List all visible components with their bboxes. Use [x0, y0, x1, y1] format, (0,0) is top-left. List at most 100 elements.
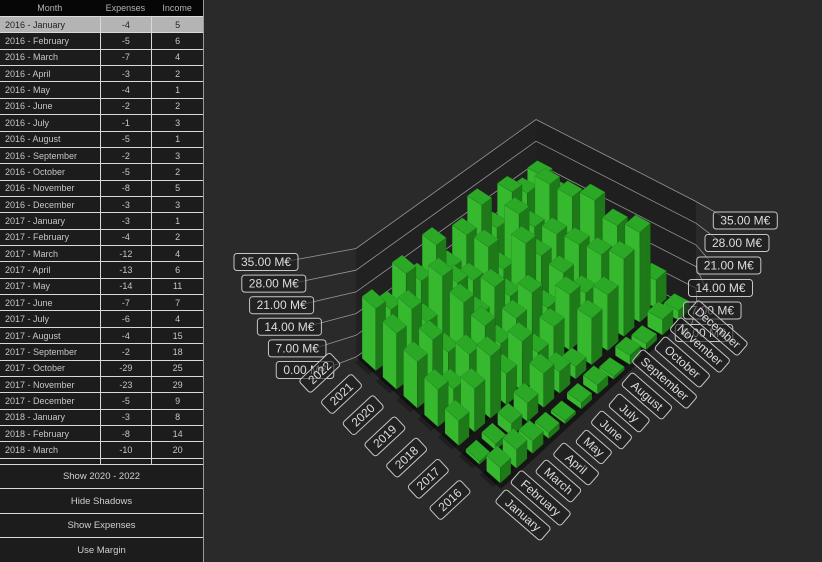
bar-2022-January[interactable]: [361, 288, 387, 372]
income-cell: 11: [151, 278, 203, 295]
expenses-cell: -3: [99, 66, 152, 82]
income-cell: 2: [151, 229, 203, 246]
expenses-cell: -23: [99, 376, 152, 393]
income-cell: 8: [151, 409, 203, 425]
income-cell: 4: [151, 311, 203, 327]
show-years-button[interactable]: Show 2020 - 2022: [0, 463, 203, 489]
table-row[interactable]: 2017 - January -3 1: [0, 212, 203, 229]
column-header-month: Month: [37, 3, 63, 13]
table-row[interactable]: 2017 - April -13 6: [0, 261, 203, 278]
income-cell: 4: [151, 49, 203, 66]
table-row[interactable]: 2016 - August -5 1: [0, 130, 203, 147]
hide-shadows-button[interactable]: Hide Shadows: [0, 488, 203, 513]
value-axis-label: 7.00 M€: [267, 339, 327, 358]
income-cell: 1: [151, 131, 203, 147]
table-row[interactable]: 2016 - June -2 2: [0, 97, 203, 115]
table-row[interactable]: 2016 - October -5 2: [0, 163, 203, 180]
data-table-panel: Month Expenses Income 2016 - January -4 5 2…: [0, 0, 204, 562]
table-row[interactable]: 2017 - May -14 11: [0, 277, 203, 295]
income-cell: 6: [151, 262, 203, 278]
bar-2020-January[interactable]: [403, 341, 428, 409]
expenses-cell: -4: [99, 327, 152, 344]
bar-2021-January[interactable]: [382, 313, 407, 390]
table-row[interactable]: 2016 - September -2 3: [0, 146, 203, 164]
month-cell: 2016 - April: [5, 68, 51, 79]
table-row[interactable]: 2018 - February -8 14: [0, 424, 203, 442]
expenses-cell: -4: [99, 229, 152, 246]
svg-text:21.00 M€: 21.00 M€: [257, 298, 307, 312]
month-cell: 2017 - April: [5, 265, 51, 276]
table-row[interactable]: 2016 - April -3 2: [0, 65, 203, 82]
expenses-cell: -10: [99, 442, 152, 458]
month-cell: 2016 - November: [5, 183, 75, 194]
month-cell: 2016 - February: [5, 36, 70, 47]
table-row[interactable]: 2017 - November -23 29: [0, 375, 203, 393]
table-row[interactable]: 2016 - March -7 4: [0, 48, 203, 66]
income-cell: 2: [151, 98, 203, 115]
table-row[interactable]: 2016 - December -3 3: [0, 195, 203, 213]
value-axis-label: 21.00 M€: [696, 256, 762, 275]
table-row[interactable]: 2018 - January -3 8: [0, 408, 203, 425]
table-row[interactable]: 2017 - July -6 4: [0, 310, 203, 327]
table-row[interactable]: 2017 - June -7 7: [0, 294, 203, 311]
month-cell: 2018 - March: [5, 445, 59, 456]
expenses-cell: -3: [99, 196, 152, 213]
expenses-cell: -7: [99, 295, 152, 311]
chart-3d: 0.00 M€7.00 M€14.00 M€21.00 M€28.00 M€35…: [204, 0, 822, 562]
table-row[interactable]: 2018 - March -10 20: [0, 441, 203, 458]
table-header: Month Expenses Income: [0, 0, 203, 16]
svg-text:14.00 M€: 14.00 M€: [264, 320, 314, 334]
expenses-cell: -3: [99, 409, 152, 425]
expenses-cell: -12: [99, 246, 152, 262]
table-row[interactable]: 2016 - February -5 6: [0, 32, 203, 49]
expenses-cell: -2: [99, 98, 152, 115]
svg-text:28.00 M€: 28.00 M€: [249, 277, 299, 291]
month-cell: 2017 - August: [5, 330, 61, 341]
income-cell: 20: [151, 442, 203, 458]
income-cell: 3: [151, 115, 203, 131]
table-row[interactable]: 2017 - March -12 4: [0, 245, 203, 262]
month-cell: 2016 - June: [5, 101, 53, 112]
income-cell: 7: [151, 295, 203, 311]
svg-text:35.00 M€: 35.00 M€: [241, 255, 291, 269]
table-row[interactable]: 2017 - September -2 18: [0, 343, 203, 360]
table-row[interactable]: 2017 - February -4 2: [0, 228, 203, 246]
svg-text:14.00 M€: 14.00 M€: [695, 281, 745, 295]
table-row[interactable]: 2016 - January -4 5: [0, 16, 203, 33]
table-row[interactable]: 2016 - July -1 3: [0, 114, 203, 131]
month-cell: 2017 - November: [5, 379, 75, 390]
expenses-cell: -5: [99, 131, 152, 147]
table-row[interactable]: 2017 - October -29 25: [0, 359, 203, 376]
month-cell: 2016 - September: [5, 150, 78, 161]
income-cell: 2: [151, 164, 203, 180]
expenses-cell: -3: [99, 213, 152, 229]
table-row[interactable]: 2016 - November -8 5: [0, 179, 203, 196]
expenses-cell: -8: [99, 180, 152, 196]
expenses-cell: -29: [99, 360, 152, 376]
income-cell: 1: [151, 82, 203, 98]
month-cell: 2016 - March: [5, 52, 59, 63]
table-row[interactable]: 2017 - August -4 15: [0, 326, 203, 344]
month-cell: 2016 - January: [5, 19, 66, 30]
expenses-cell: -2: [99, 147, 152, 164]
button-group: Show 2020 - 2022 Hide Shadows Show Expense…: [0, 463, 203, 562]
svg-text:35.00 M€: 35.00 M€: [720, 214, 770, 228]
expenses-cell: -4: [99, 17, 152, 33]
value-axis-label: 35.00 M€: [233, 253, 299, 271]
month-cell: 2017 - March: [5, 248, 59, 259]
use-margin-button[interactable]: Use Margin: [0, 537, 203, 562]
income-cell: 3: [151, 196, 203, 213]
show-expenses-button[interactable]: Show Expenses: [0, 512, 203, 538]
svg-text:28.00 M€: 28.00 M€: [712, 236, 762, 250]
month-cell: 2016 - May: [5, 85, 51, 96]
income-cell: 4: [151, 246, 203, 262]
month-cell: 2016 - October: [5, 166, 66, 177]
month-cell: 2017 - September: [5, 346, 78, 357]
expenses-cell: -2: [99, 344, 152, 360]
value-axis-label: 28.00 M€: [704, 234, 770, 252]
table-row[interactable]: 2017 - December -5 9: [0, 392, 203, 409]
column-header-income: Income: [162, 3, 192, 13]
expenses-cell: -5: [99, 164, 152, 180]
table-row[interactable]: 2016 - May -4 1: [0, 81, 203, 98]
svg-text:21.00 M€: 21.00 M€: [704, 259, 754, 273]
